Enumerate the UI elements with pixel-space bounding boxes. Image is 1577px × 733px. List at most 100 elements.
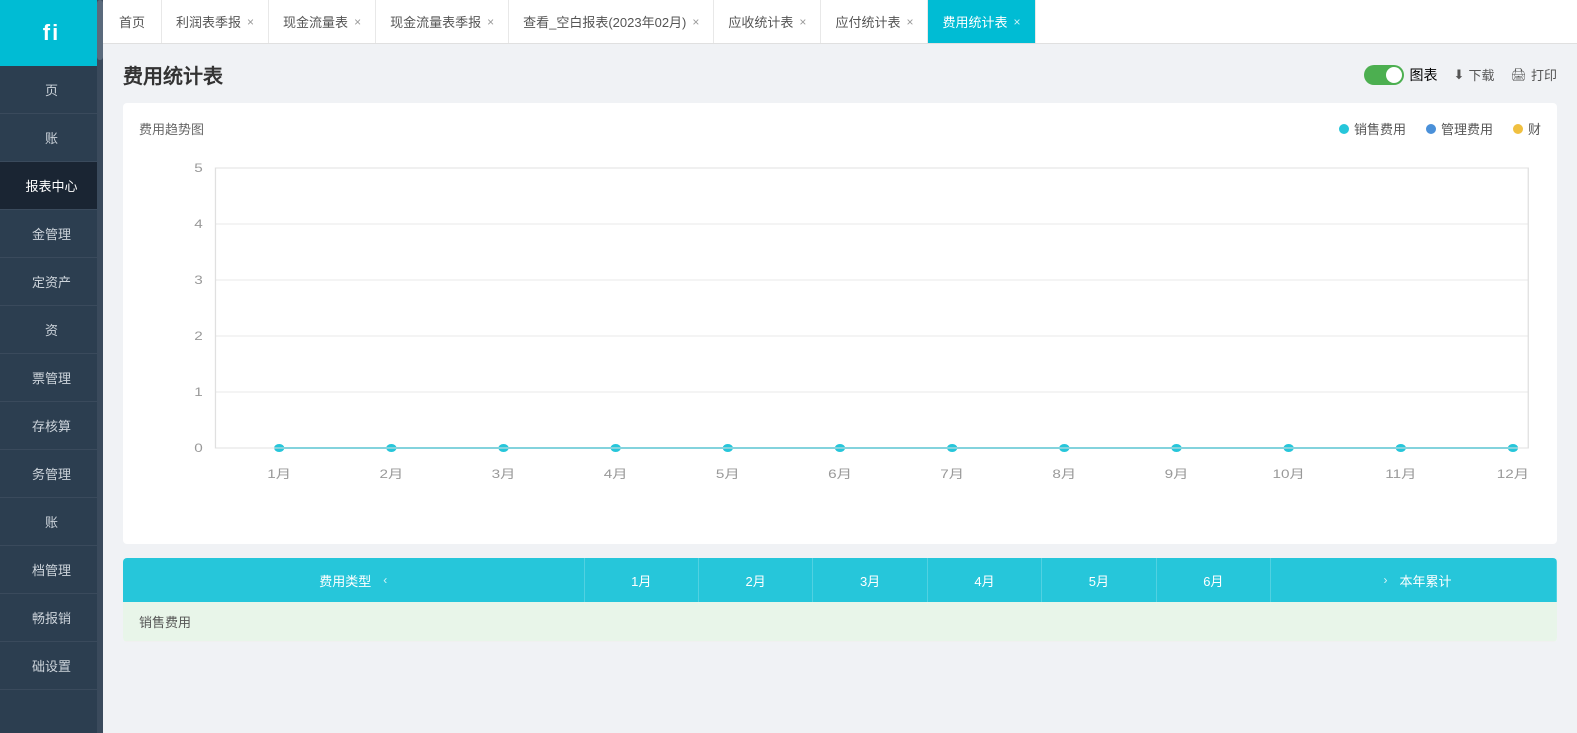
- th-prev-arrow[interactable]: ‹: [375, 570, 395, 590]
- svg-text:1: 1: [194, 386, 203, 399]
- svg-text:3月: 3月: [492, 468, 516, 481]
- svg-text:8月: 8月: [1052, 468, 1076, 481]
- sidebar-item-report-center[interactable]: 报表中心: [0, 162, 103, 210]
- sidebar-item-archive[interactable]: 档管理: [0, 546, 103, 594]
- svg-text:12月: 12月: [1497, 468, 1529, 481]
- legend-dot-sales: [1339, 124, 1349, 134]
- sidebar-item-tax[interactable]: 账: [0, 498, 103, 546]
- sidebar-item-salary[interactable]: 资: [0, 306, 103, 354]
- tab-close-receivable[interactable]: ×: [799, 15, 806, 29]
- tab-home[interactable]: 首页: [103, 0, 162, 44]
- sidebar-item-inventory[interactable]: 存核算: [0, 402, 103, 450]
- th-ytd-nav: › 本年累计: [1279, 570, 1548, 590]
- legend-label-sales: 销售费用: [1354, 119, 1406, 138]
- chart-header: 费用趋势图 销售费用 管理费用 财: [139, 119, 1541, 138]
- sidebar-item-ledger[interactable]: 账: [0, 114, 103, 162]
- svg-text:7月: 7月: [940, 468, 964, 481]
- sidebar-scrollbar[interactable]: [97, 0, 103, 733]
- tab-label: 应付统计表: [835, 12, 900, 31]
- svg-text:1月: 1月: [267, 468, 291, 481]
- tab-blank-report[interactable]: 查看_空白报表(2023年02月) ×: [509, 0, 714, 44]
- legend-management: 管理费用: [1426, 119, 1493, 138]
- tab-label: 费用统计表: [942, 12, 1007, 31]
- svg-text:10月: 10月: [1272, 468, 1304, 481]
- svg-text:4: 4: [194, 218, 203, 231]
- th-type-label: 费用类型: [319, 571, 371, 590]
- tab-close-profit-quarter[interactable]: ×: [247, 15, 254, 29]
- sidebar-item-settings[interactable]: 础设置: [0, 642, 103, 690]
- download-button[interactable]: ⬇ 下载: [1454, 65, 1495, 84]
- th-type: 费用类型 ‹: [123, 558, 584, 602]
- tab-cashflow[interactable]: 现金流量表 ×: [269, 0, 376, 44]
- chart-area: 5 4 3 2 1 0: [139, 148, 1541, 528]
- main-area: 首页 利润表季报 × 现金流量表 × 现金流量表季报 × 查看_空白报表(202…: [103, 0, 1577, 733]
- th-m3: 3月: [813, 558, 927, 602]
- svg-text:2月: 2月: [379, 468, 403, 481]
- sidebar-item-home[interactable]: 页: [0, 66, 103, 114]
- tab-profit-quarter[interactable]: 利润表季报 ×: [162, 0, 269, 44]
- sidebar-item-invoice[interactable]: 票管理: [0, 354, 103, 402]
- print-icon: 🖨: [1510, 67, 1527, 83]
- tab-label: 现金流量表季报: [390, 12, 481, 31]
- tab-cashflow-quarter[interactable]: 现金流量表季报 ×: [376, 0, 509, 44]
- th-ytd-label: 本年累计: [1400, 571, 1452, 590]
- tab-bar: 首页 利润表季报 × 现金流量表 × 现金流量表季报 × 查看_空白报表(202…: [103, 0, 1577, 44]
- chart-toggle[interactable]: [1364, 65, 1404, 85]
- tab-close-cashflow-quarter[interactable]: ×: [487, 15, 494, 29]
- tab-receivable[interactable]: 应收统计表 ×: [714, 0, 821, 44]
- sidebar-scrollbar-thumb[interactable]: [97, 0, 103, 60]
- table-header-row: 费用类型 ‹ 1月 2月 3月 4月 5月 6月 ›: [123, 558, 1557, 602]
- legend-sales: 销售费用: [1339, 119, 1406, 138]
- cell-m4: [927, 602, 1041, 642]
- download-label: 下载: [1468, 65, 1494, 84]
- svg-text:4月: 4月: [604, 468, 628, 481]
- page-header: 费用统计表 图表 ⬇ 下载 🖨 打印: [123, 60, 1557, 89]
- tab-close-cashflow[interactable]: ×: [354, 15, 361, 29]
- cell-m1: [584, 602, 698, 642]
- tab-close-expense-stats[interactable]: ×: [1013, 15, 1020, 29]
- sidebar: fi 页 账 报表中心 金管理 定资产 资 票管理 存核算 务管理 账 档管理 …: [0, 0, 103, 733]
- svg-text:0: 0: [194, 442, 203, 455]
- cell-m3: [813, 602, 927, 642]
- tab-close-payable[interactable]: ×: [906, 15, 913, 29]
- svg-text:3: 3: [194, 274, 203, 287]
- download-icon: ⬇: [1454, 67, 1465, 83]
- chart-title: 费用趋势图: [139, 119, 204, 138]
- th-m5: 5月: [1042, 558, 1156, 602]
- sidebar-item-fixed-assets[interactable]: 定资产: [0, 258, 103, 306]
- th-ytd: › 本年累计: [1271, 558, 1557, 602]
- app-logo: fi: [0, 0, 103, 66]
- svg-text:9月: 9月: [1165, 468, 1189, 481]
- chart-toggle-wrap: 图表: [1364, 65, 1438, 85]
- legend-dot-management: [1426, 124, 1436, 134]
- cell-m6: [1156, 602, 1270, 642]
- tab-payable[interactable]: 应付统计表 ×: [821, 0, 928, 44]
- tab-close-blank-report[interactable]: ×: [692, 15, 699, 29]
- print-label: 打印: [1531, 65, 1557, 84]
- legend-dot-financial: [1513, 124, 1523, 134]
- sidebar-item-service[interactable]: 务管理: [0, 450, 103, 498]
- table-row: 销售费用: [123, 602, 1557, 642]
- legend-label-financial: 财: [1528, 119, 1541, 138]
- svg-text:2: 2: [194, 330, 203, 343]
- svg-text:5月: 5月: [716, 468, 740, 481]
- header-actions: 图表 ⬇ 下载 🖨 打印: [1364, 65, 1557, 85]
- th-next-arrow[interactable]: ›: [1376, 570, 1396, 590]
- chart-legend: 销售费用 管理费用 财: [1339, 119, 1541, 138]
- svg-text:6月: 6月: [828, 468, 852, 481]
- sidebar-item-fund[interactable]: 金管理: [0, 210, 103, 258]
- sidebar-item-expense[interactable]: 畅报销: [0, 594, 103, 642]
- th-m6: 6月: [1156, 558, 1270, 602]
- cell-m5: [1042, 602, 1156, 642]
- th-m1: 1月: [584, 558, 698, 602]
- th-type-nav: 费用类型 ‹: [139, 570, 576, 590]
- tab-label: 利润表季报: [176, 12, 241, 31]
- print-button[interactable]: 🖨 打印: [1510, 65, 1557, 84]
- chart-card: 费用趋势图 销售费用 管理费用 财: [123, 103, 1557, 544]
- tab-expense-stats[interactable]: 费用统计表 ×: [928, 0, 1035, 44]
- data-table-wrap: 费用类型 ‹ 1月 2月 3月 4月 5月 6月 ›: [123, 558, 1557, 642]
- cell-ytd: [1271, 602, 1557, 642]
- legend-label-management: 管理费用: [1441, 119, 1493, 138]
- chart-svg: 5 4 3 2 1 0: [139, 148, 1541, 508]
- chart-toggle-label: 图表: [1410, 65, 1438, 85]
